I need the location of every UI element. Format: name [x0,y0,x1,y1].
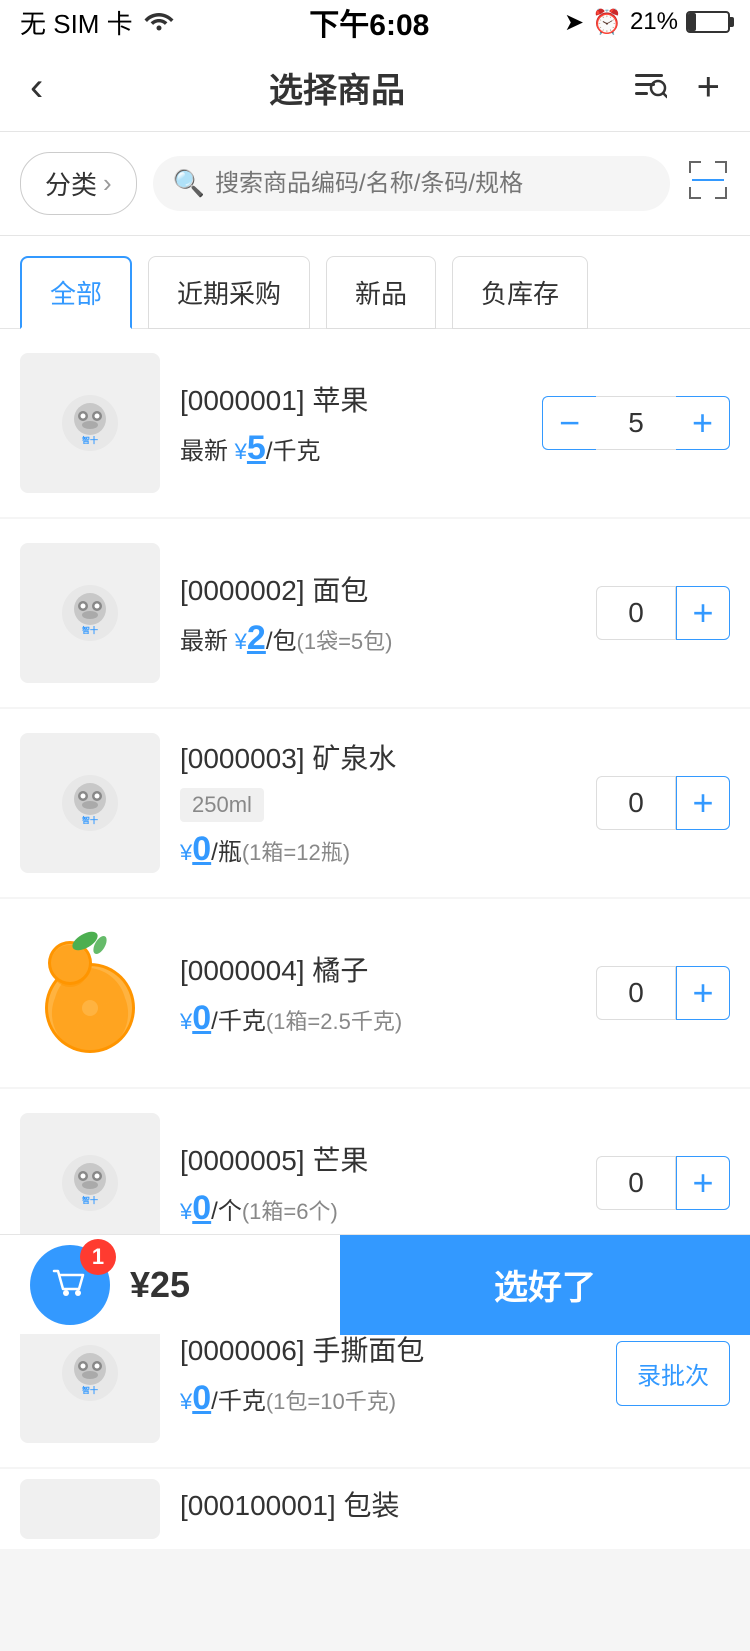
product-image-0000005: 智十 [20,1113,160,1253]
tab-all[interactable]: 全部 [20,256,132,329]
product-image-0000002: 智十 [20,543,160,683]
tabs-bar: 全部 近期采购 新品 负库存 [0,236,750,329]
qty-increase-button[interactable]: + [676,966,730,1020]
product-info-0000004: [0000004] 橘子 ¥0/千克(1箱=2.5千克) [180,949,576,1038]
tab-negative[interactable]: 负库存 [452,256,588,329]
product-price: 最新 ¥2/包(1袋=5包) [180,619,576,658]
product-name: [0000004] 橘子 [180,949,576,989]
carrier-text: 无 SIM 卡 [20,4,133,41]
cart-total: ¥25 [130,1264,190,1306]
product-list: 智十 [0000001] 苹果 最新 ¥5/千克 − + [0,329,750,1549]
search-icon: 🔍 [173,168,205,199]
qty-decrease-button[interactable]: − [542,396,596,450]
svg-text:智十: 智十 [82,625,98,635]
qty-input[interactable] [596,396,676,450]
category-button[interactable]: 分类 › [20,152,137,215]
qty-control-0000003: + [596,776,730,830]
confirm-button[interactable]: 选好了 [340,1235,750,1335]
svg-text:智十: 智十 [82,1385,98,1395]
search-input[interactable] [215,170,650,198]
product-price: ¥0/瓶(1箱=12瓶) [180,830,576,869]
wifi-icon [143,7,175,38]
category-label: 分类 [45,165,97,202]
search-bar: 分类 › 🔍 [0,132,750,236]
status-carrier: 无 SIM 卡 [20,4,175,41]
nav-bar: ‹ 选择商品 + [0,44,750,132]
product-image-0000001: 智十 [20,353,160,493]
battery-percent: 21% [630,8,678,36]
product-info-partial: [000100001] 包装 [180,1484,730,1534]
qty-input[interactable] [596,776,676,830]
product-image-0000004 [20,923,160,1063]
qty-control-0000002: + [596,586,730,640]
svg-text:智十: 智十 [82,435,98,445]
cart-badge: 1 [80,1239,116,1275]
svg-text:智十: 智十 [82,815,98,825]
product-item: [0000004] 橘子 ¥0/千克(1箱=2.5千克) + [0,899,750,1087]
cart-icon[interactable]: 1 [30,1245,110,1325]
page-title: 选择商品 [269,63,405,112]
qty-increase-button[interactable]: + [676,776,730,830]
product-image-0000003: 智十 [20,733,160,873]
svg-text:智十: 智十 [82,1195,98,1205]
product-price: ¥0/千克(1包=10千克) [180,1379,596,1418]
qty-input[interactable] [596,1156,676,1210]
product-info-0000001: [0000001] 苹果 最新 ¥5/千克 [180,379,522,468]
qty-increase-button[interactable]: + [676,586,730,640]
product-name: [0000001] 苹果 [180,379,522,419]
product-name: [0000002] 面包 [180,569,576,609]
search-input-wrap: 🔍 [153,156,670,211]
qty-increase-button[interactable]: + [676,1156,730,1210]
product-item: 智十 [0000001] 苹果 最新 ¥5/千克 − + [0,329,750,517]
status-indicators: ➤ ⏰ 21% [564,8,730,37]
back-button[interactable]: ‹ [30,65,43,110]
product-price: 最新 ¥5/千克 [180,429,522,468]
batch-button[interactable]: 录批次 [616,1341,730,1406]
category-chevron: › [103,168,112,199]
product-image-partial [20,1479,160,1539]
location-icon: ➤ [564,8,584,37]
product-name: [0000006] 手撕面包 [180,1329,596,1369]
product-info-0000006: [0000006] 手撕面包 ¥0/千克(1包=10千克) [180,1329,596,1418]
product-item: 智十 [0000003] 矿泉水 250ml ¥0/瓶(1箱=12瓶) + [0,709,750,897]
scan-icon[interactable] [686,158,730,209]
qty-increase-button[interactable]: + [676,396,730,450]
product-name: [0000003] 矿泉水 [180,737,576,777]
status-bar: 无 SIM 卡 下午6:08 ➤ ⏰ 21% [0,0,750,44]
filter-icon[interactable] [631,66,667,109]
cart-section: 1 ¥25 [0,1245,340,1325]
product-name: [0000005] 芒果 [180,1139,576,1179]
qty-input[interactable] [596,586,676,640]
add-button[interactable]: + [697,65,720,110]
qty-control-0000001: − + [542,396,730,450]
bottom-bar: 1 ¥25 选好了 [0,1234,750,1334]
qty-control-0000005: + [596,1156,730,1210]
alarm-icon: ⏰ [592,8,622,37]
tab-new[interactable]: 新品 [326,256,436,329]
qty-control-0000004: + [596,966,730,1020]
battery-icon [686,11,730,33]
product-spec: 250ml [180,788,264,822]
product-item-partial: [000100001] 包装 [0,1469,750,1549]
product-price: ¥0/千克(1箱=2.5千克) [180,999,576,1038]
nav-actions: + [631,65,720,110]
qty-input[interactable] [596,966,676,1020]
product-info-0000003: [0000003] 矿泉水 250ml ¥0/瓶(1箱=12瓶) [180,737,576,869]
product-info-0000005: [0000005] 芒果 ¥0/个(1箱=6个) [180,1139,576,1228]
product-item: 智十 [0000002] 面包 最新 ¥2/包(1袋=5包) + [0,519,750,707]
product-name: [000100001] 包装 [180,1484,730,1524]
product-info-0000002: [0000002] 面包 最新 ¥2/包(1袋=5包) [180,569,576,658]
status-time: 下午6:08 [309,0,429,44]
product-price: ¥0/个(1箱=6个) [180,1189,576,1228]
tab-recent[interactable]: 近期采购 [148,256,310,329]
